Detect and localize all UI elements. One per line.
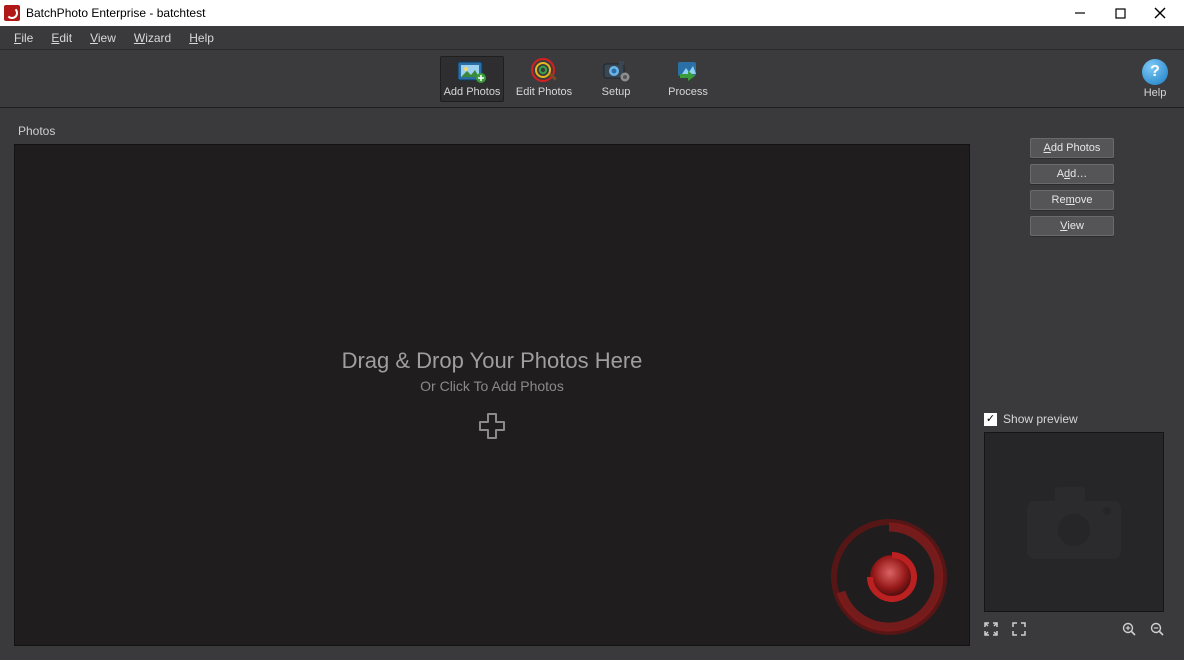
toolbar-edit-photos[interactable]: Edit Photos xyxy=(512,56,576,102)
fit-window-icon[interactable] xyxy=(984,622,998,639)
menu-edit[interactable]: Edit xyxy=(43,29,80,47)
preview-pane xyxy=(984,432,1164,612)
app-window: BatchPhoto Enterprise - batchtest File E… xyxy=(0,0,1184,660)
menubar: File Edit View Wizard Help xyxy=(0,26,1184,50)
edit-photos-icon xyxy=(529,58,559,84)
dropzone-subtitle: Or Click To Add Photos xyxy=(420,378,564,394)
fullscreen-icon[interactable] xyxy=(1012,622,1026,639)
camera-placeholder-icon xyxy=(1019,477,1129,567)
toolbar-add-photos-label: Add Photos xyxy=(444,86,501,98)
setup-icon xyxy=(601,58,631,84)
dropzone[interactable]: Drag & Drop Your Photos Here Or Click To… xyxy=(14,144,970,646)
remove-button[interactable]: Remove xyxy=(1030,190,1114,210)
toolbar-setup-label: Setup xyxy=(602,86,631,98)
show-preview-label: Show preview xyxy=(1003,412,1078,426)
view-button[interactable]: View xyxy=(1030,216,1114,236)
process-icon xyxy=(673,58,703,84)
add-photos-button[interactable]: Add Photos xyxy=(1030,138,1114,158)
toolbar-process[interactable]: Process xyxy=(656,56,720,102)
add-menu-button[interactable]: Add… xyxy=(1030,164,1114,184)
plus-icon xyxy=(478,412,506,443)
zoom-out-icon[interactable] xyxy=(1150,622,1164,639)
toolbar-add-photos[interactable]: Add Photos xyxy=(440,56,504,102)
zoom-in-icon[interactable] xyxy=(1122,622,1136,639)
dropzone-title: Drag & Drop Your Photos Here xyxy=(342,348,643,374)
minimize-button[interactable] xyxy=(1060,0,1100,26)
menu-view[interactable]: View xyxy=(82,29,124,47)
logo-watermark-icon xyxy=(829,517,949,637)
menu-help[interactable]: Help xyxy=(181,29,222,47)
photos-panel: Photos Drag & Drop Your Photos Here Or C… xyxy=(14,116,970,646)
preview-toolbar xyxy=(984,622,1164,639)
toolbar: Add Photos Edit Photos xyxy=(0,50,1184,108)
toolbar-help-label: Help xyxy=(1144,87,1167,99)
toolbar-edit-photos-label: Edit Photos xyxy=(516,86,572,98)
menu-wizard[interactable]: Wizard xyxy=(126,29,179,47)
side-panel: Add Photos Add… Remove View ✓ Show previ… xyxy=(970,116,1170,646)
help-icon: ? xyxy=(1142,59,1168,85)
content-area: Photos Drag & Drop Your Photos Here Or C… xyxy=(0,108,1184,660)
toolbar-setup[interactable]: Setup xyxy=(584,56,648,102)
toolbar-help[interactable]: ? Help xyxy=(1136,57,1174,101)
show-preview-checkbox[interactable]: ✓ xyxy=(984,413,997,426)
photos-panel-label: Photos xyxy=(18,124,970,138)
titlebar: BatchPhoto Enterprise - batchtest xyxy=(0,0,1184,26)
toolbar-process-label: Process xyxy=(668,86,708,98)
window-title: BatchPhoto Enterprise - batchtest xyxy=(26,6,205,20)
show-preview-row: ✓ Show preview xyxy=(984,412,1160,426)
close-button[interactable] xyxy=(1140,0,1180,26)
maximize-button[interactable] xyxy=(1100,0,1140,26)
app-icon xyxy=(4,5,20,21)
add-photos-icon xyxy=(457,58,487,84)
menu-file[interactable]: File xyxy=(6,29,41,47)
